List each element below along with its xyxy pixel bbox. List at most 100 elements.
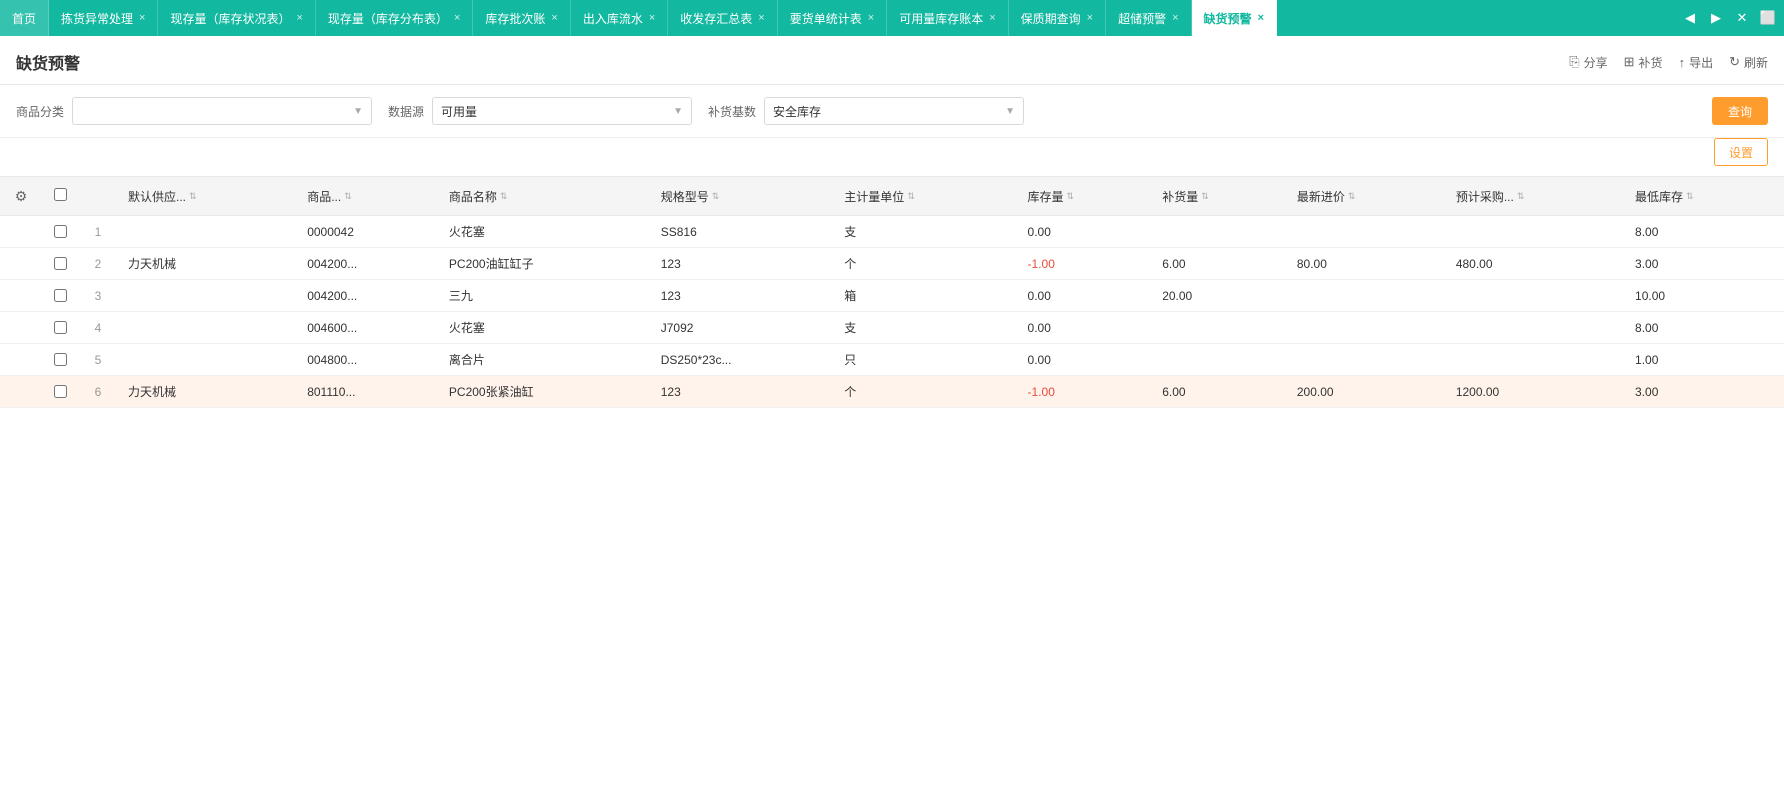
tab-close-all-btn[interactable]: ✕	[1730, 6, 1754, 30]
datasource-select-text: 可用量	[441, 103, 669, 120]
table-row[interactable]: 1 0000042 火花塞 SS816 支 0.00 8.00	[0, 216, 1784, 248]
row-latest-price	[1287, 344, 1446, 376]
row-code: 004200...	[297, 248, 439, 280]
category-select[interactable]: ▼	[72, 97, 372, 125]
table-row[interactable]: 5 004800... 离合片 DS250*23c... 只 0.00 1.00	[0, 344, 1784, 376]
th-min-stock[interactable]: 最低库存 ⇅	[1625, 177, 1784, 216]
table-row[interactable]: 2 力天机械 004200... PC200油缸缸子 123 个 -1.00 6…	[0, 248, 1784, 280]
tab-collect[interactable]: 收发存汇总表 ×	[668, 0, 777, 36]
row-replenish-qty: 20.00	[1152, 280, 1287, 312]
refresh-button[interactable]: ↻ 刷新	[1729, 54, 1768, 71]
tab-expiry[interactable]: 保质期查询 ×	[1009, 0, 1106, 36]
tab-next-btn[interactable]: ▶	[1704, 6, 1728, 30]
row-unit: 只	[834, 344, 1017, 376]
tab-shortage[interactable]: 缺货预警 ×	[1192, 0, 1277, 36]
filter-bar: 商品分类 ▼ 数据源 可用量 ▼ 补货基数 安全库存 ▼ 查询	[0, 85, 1784, 138]
row-name: PC200油缸缸子	[439, 248, 651, 280]
replenish-button[interactable]: ⊞ 补货	[1624, 54, 1663, 71]
refresh-icon: ↻	[1729, 54, 1740, 70]
th-stock[interactable]: 库存量 ⇅	[1018, 177, 1153, 216]
th-supplier[interactable]: 默认供应... ⇅	[118, 177, 297, 216]
tab-close-inventory1[interactable]: ×	[296, 12, 302, 24]
table-header-row: ⚙ 默认供应... ⇅ 商品...	[0, 177, 1784, 216]
sort-icon-unit: ⇅	[907, 191, 915, 202]
row-stock: 0.00	[1018, 344, 1153, 376]
row-est-purchase	[1446, 344, 1625, 376]
row-checkbox[interactable]	[54, 225, 67, 238]
tab-demand[interactable]: 要货单统计表 ×	[778, 0, 887, 36]
row-num: 6	[78, 376, 118, 408]
row-spec: DS250*23c...	[651, 344, 835, 376]
row-unit: 个	[834, 376, 1017, 408]
row-checkbox[interactable]	[54, 321, 67, 334]
row-min-stock: 8.00	[1625, 312, 1784, 344]
table-row[interactable]: 4 004600... 火花塞 J7092 支 0.00 8.00	[0, 312, 1784, 344]
row-checkbox[interactable]	[54, 385, 67, 398]
tab-inventory1[interactable]: 现存量（库存状况表） ×	[158, 0, 315, 36]
tab-close-inventory2[interactable]: ×	[454, 12, 460, 24]
row-num: 3	[78, 280, 118, 312]
tab-bar: 首页 拣货异常处理 × 现存量（库存状况表） × 现存量（库存分布表） × 库存…	[0, 0, 1784, 36]
row-name: 火花塞	[439, 216, 651, 248]
tab-close-collect[interactable]: ×	[758, 12, 764, 24]
row-checkbox-cell	[42, 216, 78, 248]
sort-icon-supplier: ⇅	[189, 191, 197, 202]
th-num	[78, 177, 118, 216]
row-settings	[0, 376, 42, 408]
th-replenish-qty[interactable]: 补货量 ⇅	[1152, 177, 1287, 216]
row-num: 2	[78, 248, 118, 280]
tab-close-expiry[interactable]: ×	[1087, 12, 1093, 24]
select-all-checkbox[interactable]	[54, 188, 67, 201]
tab-inventory2[interactable]: 现存量（库存分布表） ×	[316, 0, 473, 36]
export-button[interactable]: ↑ 导出	[1679, 54, 1714, 71]
replenish-base-select[interactable]: 安全库存 ▼	[764, 97, 1024, 125]
tab-close-overstock[interactable]: ×	[1172, 12, 1178, 24]
th-code[interactable]: 商品... ⇅	[297, 177, 439, 216]
th-name[interactable]: 商品名称 ⇅	[439, 177, 651, 216]
table-row[interactable]: 3 004200... 三九 123 箱 0.00 20.00 10.00	[0, 280, 1784, 312]
row-checkbox[interactable]	[54, 257, 67, 270]
tab-batch[interactable]: 库存批次账 ×	[473, 0, 570, 36]
tab-overstock[interactable]: 超储预警 ×	[1106, 0, 1191, 36]
sort-icon-code: ⇅	[344, 191, 352, 202]
th-spec[interactable]: 规格型号 ⇅	[651, 177, 835, 216]
row-checkbox[interactable]	[54, 353, 67, 366]
row-est-purchase	[1446, 216, 1625, 248]
setting-button[interactable]: 设置	[1714, 138, 1768, 166]
row-replenish-qty	[1152, 312, 1287, 344]
row-settings	[0, 216, 42, 248]
table-row[interactable]: 6 力天机械 801110... PC200张紧油缸 123 个 -1.00 6…	[0, 376, 1784, 408]
tab-restore-btn[interactable]: ⬜	[1756, 6, 1780, 30]
row-est-purchase: 480.00	[1446, 248, 1625, 280]
tab-close-demand[interactable]: ×	[868, 12, 874, 24]
category-filter-group: 商品分类 ▼	[16, 97, 372, 125]
row-name: 火花塞	[439, 312, 651, 344]
row-supplier	[118, 216, 297, 248]
tab-abnormal[interactable]: 拣货异常处理 ×	[49, 0, 158, 36]
tab-available[interactable]: 可用量库存账本 ×	[887, 0, 1008, 36]
tab-inout[interactable]: 出入库流水 ×	[571, 0, 668, 36]
row-supplier	[118, 344, 297, 376]
tab-home[interactable]: 首页	[0, 0, 49, 36]
column-settings-btn[interactable]: ⚙	[10, 185, 32, 207]
datasource-select[interactable]: 可用量 ▼	[432, 97, 692, 125]
filter-bar-2: 设置	[0, 138, 1784, 176]
row-stock: 0.00	[1018, 216, 1153, 248]
tab-close-available[interactable]: ×	[989, 12, 995, 24]
sort-icon-est-purchase: ⇅	[1517, 191, 1525, 202]
query-button[interactable]: 查询	[1712, 97, 1768, 125]
tab-close-inout[interactable]: ×	[649, 12, 655, 24]
row-spec: J7092	[651, 312, 835, 344]
share-button[interactable]: ⎘ 分享	[1569, 54, 1607, 71]
th-est-purchase[interactable]: 预计采购... ⇅	[1446, 177, 1625, 216]
tab-prev-btn[interactable]: ◀	[1678, 6, 1702, 30]
row-est-purchase	[1446, 280, 1625, 312]
row-checkbox-cell	[42, 312, 78, 344]
tab-close-batch[interactable]: ×	[551, 12, 557, 24]
row-checkbox[interactable]	[54, 289, 67, 302]
th-unit[interactable]: 主计量单位 ⇅	[834, 177, 1017, 216]
row-min-stock: 8.00	[1625, 216, 1784, 248]
th-latest-price[interactable]: 最新进价 ⇅	[1287, 177, 1446, 216]
tab-close-shortage[interactable]: ×	[1258, 12, 1264, 24]
tab-close-abnormal[interactable]: ×	[139, 12, 145, 24]
